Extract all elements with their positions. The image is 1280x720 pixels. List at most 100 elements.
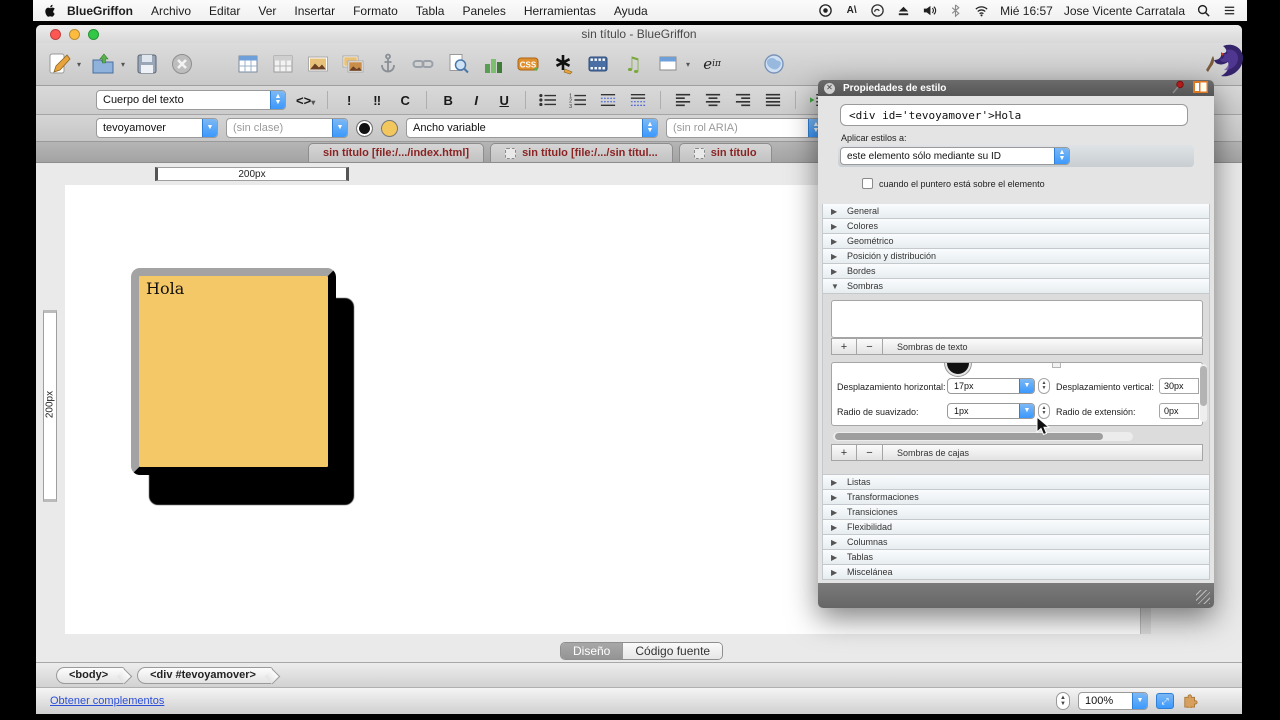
bullet-list-button[interactable] <box>538 92 558 108</box>
vertical-ruler[interactable]: 200px <box>43 310 57 502</box>
menu-paneles[interactable]: Paneles <box>453 4 514 18</box>
italic-button[interactable]: I <box>467 93 485 108</box>
menu-ayuda[interactable]: Ayuda <box>605 4 657 18</box>
aria-role-select[interactable]: (sin rol ARIA) ▲ ▼ <box>666 118 824 138</box>
align-center-button[interactable] <box>703 92 723 108</box>
wifi-icon[interactable] <box>974 3 989 18</box>
section-flexibilidad[interactable]: ▶ Flexibilidad <box>822 520 1210 535</box>
image-gallery-button[interactable] <box>340 51 366 77</box>
menu-formato[interactable]: Formato <box>344 4 407 18</box>
new-document-dropdown[interactable]: ▾ <box>77 60 81 69</box>
h-offset-stepper[interactable]: ▲ ▼ <box>1038 378 1050 394</box>
menu-tabla[interactable]: Tabla <box>407 4 454 18</box>
pin-icon[interactable] <box>1171 80 1185 96</box>
apple-menu-icon[interactable] <box>43 3 58 18</box>
bold-button[interactable]: B <box>439 93 457 108</box>
text-color-swatch[interactable] <box>356 119 373 137</box>
anchor-button[interactable] <box>375 51 401 77</box>
code-format-button[interactable]: C <box>396 93 414 108</box>
notification-center-icon[interactable] <box>1222 3 1237 18</box>
markup-button[interactable]: <>▾ <box>296 93 315 108</box>
align-left-button[interactable] <box>673 92 693 108</box>
section-tablas[interactable]: ▶ Tablas <box>822 550 1210 565</box>
browser-preview-button[interactable] <box>761 51 787 77</box>
input-source-icon[interactable]: A\ <box>844 3 859 18</box>
background-color-swatch[interactable] <box>381 119 398 137</box>
editor-horizontal-scrollbar[interactable] <box>833 432 1133 441</box>
preview-button[interactable] <box>445 51 471 77</box>
line-spacing-button[interactable] <box>598 92 618 108</box>
menu-ver[interactable]: Ver <box>249 4 285 18</box>
zoom-stepper[interactable]: ▲ ▼ <box>1056 692 1070 710</box>
panel-close-icon[interactable]: ✕ <box>824 82 835 94</box>
section-sombras[interactable]: ▼ Sombras <box>822 279 1210 294</box>
apply-mode-select[interactable]: este elemento sólo mediante su ID ▲ ▼ <box>840 147 1070 165</box>
section-posicion[interactable]: ▶ Posición y distribución <box>822 249 1210 264</box>
insert-table-button[interactable] <box>235 51 261 77</box>
creative-cloud-icon[interactable] <box>870 3 885 18</box>
fullscreen-icon[interactable]: ⤢ <box>1156 693 1174 709</box>
hover-checkbox[interactable] <box>862 178 873 189</box>
section-transiciones[interactable]: ▶ Transiciones <box>822 505 1210 520</box>
design-view-button[interactable]: Diseño <box>561 643 623 659</box>
menu-insertar[interactable]: Insertar <box>285 4 344 18</box>
form-dropdown[interactable]: ▾ <box>686 60 690 69</box>
align-justify-button[interactable] <box>763 92 783 108</box>
hover-option-row[interactable]: cuando el puntero está sobre el elemento <box>862 178 1045 189</box>
menu-herramientas[interactable]: Herramientas <box>515 4 605 18</box>
section-transformaciones[interactable]: ▶ Transformaciones <box>822 490 1210 505</box>
titlebar[interactable]: sin título - BlueGriffon <box>36 25 1242 43</box>
breadcrumb-body[interactable]: <body> <box>56 666 126 684</box>
source-view-button[interactable]: Código fuente <box>622 643 723 659</box>
shadow-inset-checkbox[interactable] <box>1052 363 1061 368</box>
strong-emphasis-button[interactable]: ‼ <box>368 93 386 108</box>
numbered-list-button[interactable]: 123 <box>568 92 588 108</box>
close-button[interactable] <box>50 29 61 40</box>
remove-box-shadow-button[interactable]: − <box>857 444 883 461</box>
audio-button[interactable]: ♫ <box>620 51 646 77</box>
element-class-select[interactable]: (sin clase) ▼ <box>226 118 348 138</box>
menu-editar[interactable]: Editar <box>200 4 249 18</box>
section-geometrico[interactable]: ▶ Geométrico <box>822 234 1210 249</box>
text-shadow-list[interactable] <box>831 300 1203 338</box>
section-general[interactable]: ▶ General <box>822 204 1210 219</box>
dock-panel-icon[interactable] <box>1193 81 1208 95</box>
section-bordes[interactable]: ▶ Bordes <box>822 264 1210 279</box>
tab-document-2[interactable]: sin título [file:/.../sin títul... <box>490 143 673 162</box>
emphasis-button[interactable]: ! <box>340 93 358 108</box>
panel-header[interactable]: ✕ Propiedades de estilo <box>818 80 1214 96</box>
tab-document-3[interactable]: sin título <box>678 143 772 162</box>
menu-archivo[interactable]: Archivo <box>142 4 200 18</box>
hola-div-element[interactable]: Hola <box>131 268 336 475</box>
open-file-button[interactable] <box>90 51 116 77</box>
section-columnas[interactable]: ▶ Columnas <box>822 535 1210 550</box>
addons-puzzle-icon[interactable] <box>1182 692 1200 711</box>
v-offset-value[interactable]: 30px <box>1159 378 1199 394</box>
editor-vertical-scrollbar[interactable] <box>1200 364 1207 422</box>
zoom-select[interactable]: 100% ▼ <box>1078 692 1148 710</box>
spellcheck-button[interactable] <box>550 51 576 77</box>
eject-icon[interactable] <box>896 3 911 18</box>
paragraph-spacing-button[interactable] <box>628 92 648 108</box>
tab-document-1[interactable]: sin título [file:/.../index.html] <box>308 143 485 162</box>
chart-button[interactable] <box>480 51 506 77</box>
form-button[interactable] <box>655 51 681 77</box>
horizontal-ruler[interactable]: 200px <box>155 167 349 181</box>
section-colores[interactable]: ▶ Colores <box>822 219 1210 234</box>
table-properties-button[interactable] <box>270 51 296 77</box>
menubar-user[interactable]: Jose Vicente Carratala <box>1064 4 1185 18</box>
stop-button[interactable] <box>169 51 195 77</box>
screen-record-icon[interactable] <box>818 3 833 18</box>
selector-preview-field[interactable]: <div id='tevoyamover'>Hola <box>840 104 1188 126</box>
add-box-shadow-button[interactable]: + <box>831 444 857 461</box>
menubar-clock[interactable]: Mié 16:57 <box>1000 4 1053 18</box>
blur-radius-select[interactable]: 1px ▼ <box>947 403 1035 419</box>
underline-button[interactable]: U <box>495 93 513 108</box>
menu-app[interactable]: BlueGriffon <box>58 4 142 18</box>
css-button[interactable]: CSS <box>515 51 541 77</box>
add-text-shadow-button[interactable]: + <box>831 338 857 355</box>
insert-image-button[interactable] <box>305 51 331 77</box>
new-document-button[interactable] <box>46 51 72 77</box>
spread-radius-value[interactable]: 0px <box>1159 403 1199 419</box>
zoom-button[interactable] <box>88 29 99 40</box>
